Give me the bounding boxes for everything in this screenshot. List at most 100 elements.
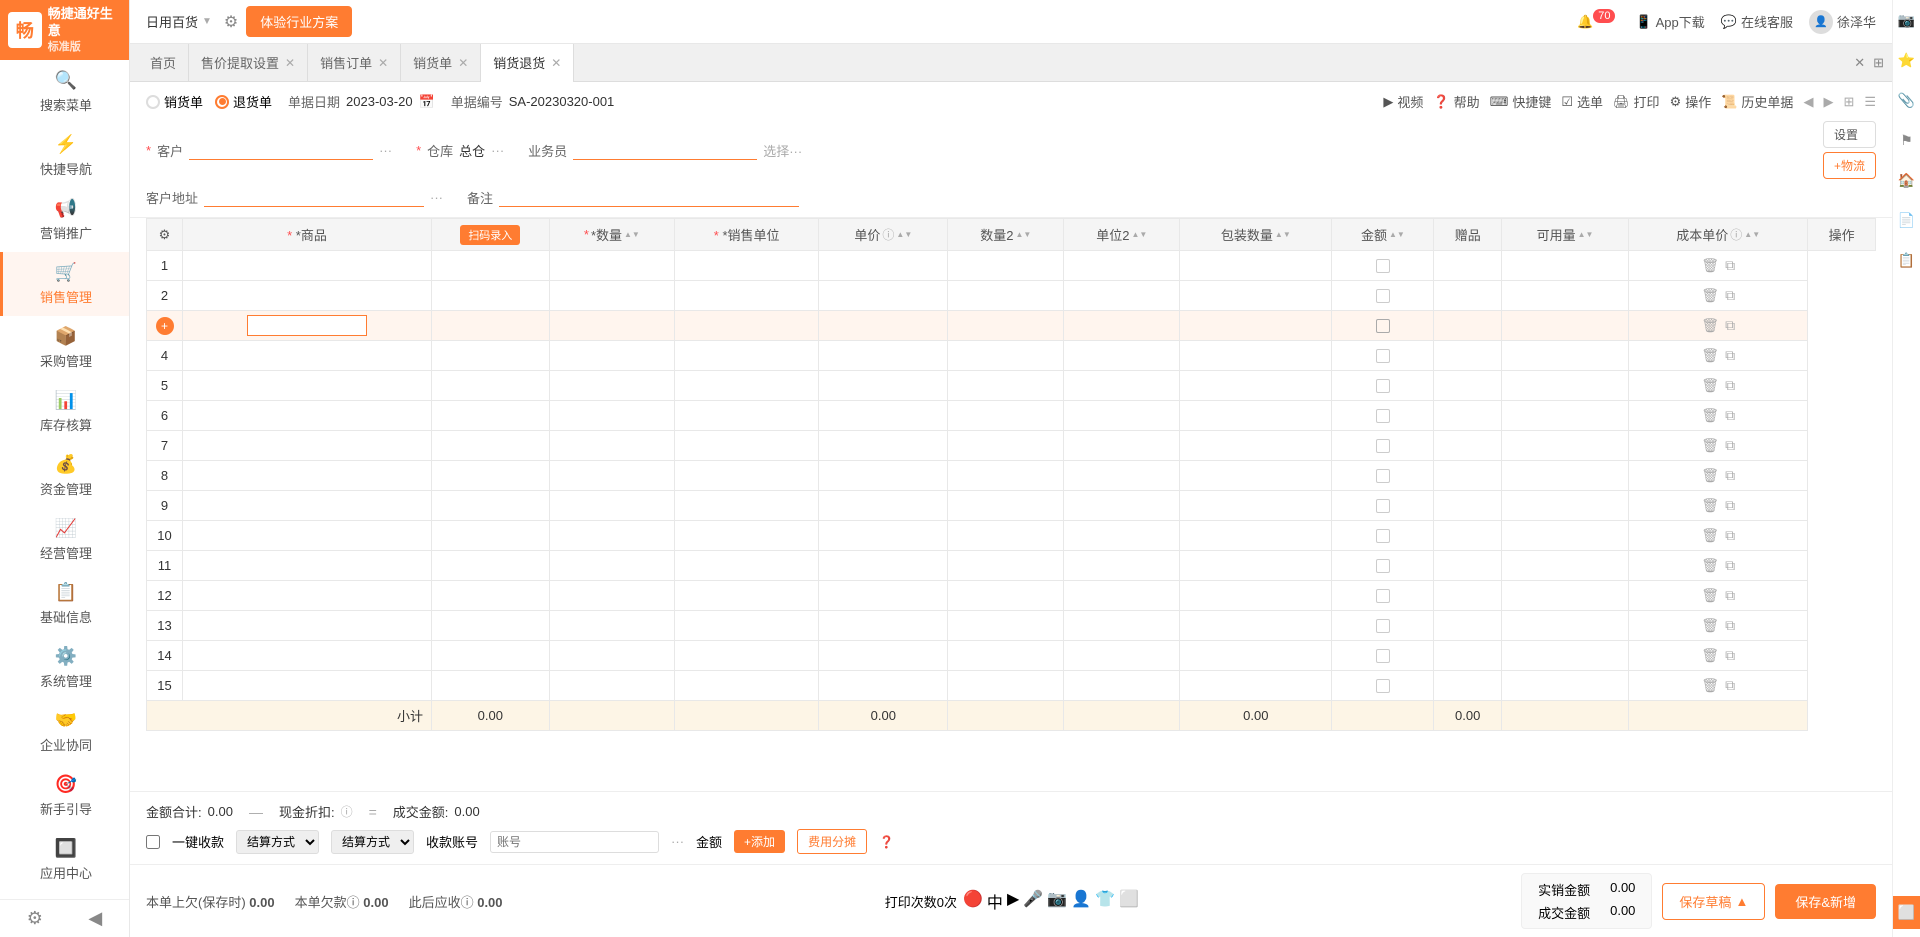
delete-row-icon-7[interactable]: 🗑 bbox=[1701, 437, 1719, 454]
unit2-cell-13[interactable] bbox=[948, 611, 1064, 641]
notification-btn[interactable]: 🔔 70 bbox=[1577, 14, 1619, 30]
product-cell-2[interactable] bbox=[183, 281, 432, 311]
panel-list-icon[interactable]: 📋 bbox=[1895, 248, 1919, 272]
product-cell-13[interactable] bbox=[183, 611, 432, 641]
panel-action-icon[interactable]: ⬜ bbox=[1893, 896, 1920, 929]
copy-row-icon-10[interactable]: ⧉ bbox=[1725, 527, 1735, 544]
qty2-cell-6[interactable] bbox=[819, 401, 948, 431]
amount-cell-5[interactable] bbox=[1180, 371, 1332, 401]
unit2-cell-8[interactable] bbox=[948, 461, 1064, 491]
qty2-cell-8[interactable] bbox=[819, 461, 948, 491]
qty2-cell-12[interactable] bbox=[819, 581, 948, 611]
gift-checkbox-active[interactable] bbox=[1376, 319, 1390, 333]
unit-cell-6[interactable] bbox=[549, 401, 674, 431]
address-input[interactable] bbox=[204, 187, 424, 207]
pack-cell-13[interactable] bbox=[1064, 611, 1180, 641]
unit-cell-15[interactable] bbox=[549, 671, 674, 701]
price-cell-5[interactable] bbox=[675, 371, 819, 401]
sidebar-item-marketing[interactable]: 📢 营销推广 bbox=[0, 188, 129, 252]
unit2-cell-11[interactable] bbox=[948, 551, 1064, 581]
price-cell-7[interactable] bbox=[675, 431, 819, 461]
unit2-cell-2[interactable] bbox=[948, 281, 1064, 311]
qty-cell-5[interactable] bbox=[431, 371, 549, 401]
delete-active-icon[interactable]: 🗑 bbox=[1701, 317, 1719, 334]
tab-order[interactable]: 销售订单 ✕ bbox=[308, 44, 401, 82]
delete-row-icon-1[interactable]: 🗑 bbox=[1701, 257, 1719, 274]
qty2-cell-15[interactable] bbox=[819, 671, 948, 701]
gift-checkbox-11[interactable] bbox=[1376, 559, 1390, 573]
qty2-cell-11[interactable] bbox=[819, 551, 948, 581]
cost-cell-12[interactable] bbox=[1501, 581, 1628, 611]
gift-checkbox-1[interactable] bbox=[1376, 259, 1390, 273]
gift-cell-11[interactable] bbox=[1332, 551, 1434, 581]
tab-price-close-icon[interactable]: ✕ bbox=[285, 56, 295, 70]
app-download-btn[interactable]: 📱 App下载 bbox=[1635, 12, 1704, 31]
tab-sales[interactable]: 销货单 ✕ bbox=[401, 44, 481, 82]
customer-selector-icon[interactable]: ··· bbox=[379, 143, 392, 158]
qty2-cell-3[interactable] bbox=[819, 311, 948, 341]
unit2-cell-15[interactable] bbox=[948, 671, 1064, 701]
product-cell-9[interactable] bbox=[183, 491, 432, 521]
cost-cell-7[interactable] bbox=[1501, 431, 1628, 461]
available-cell-5[interactable] bbox=[1434, 371, 1502, 401]
gift-checkbox-5[interactable] bbox=[1376, 379, 1390, 393]
cost-info-icon[interactable]: ⓘ bbox=[1730, 226, 1742, 243]
panel-home-icon[interactable]: 🏠 bbox=[1895, 168, 1919, 192]
available-cell-1[interactable] bbox=[1434, 251, 1502, 281]
list-view-icon[interactable]: ☰ bbox=[1864, 94, 1876, 110]
sidebar-item-basic[interactable]: 📋 基础信息 bbox=[0, 572, 129, 636]
product-cell-7[interactable] bbox=[183, 431, 432, 461]
product-cell-10[interactable] bbox=[183, 521, 432, 551]
unit-cell-2[interactable] bbox=[549, 281, 674, 311]
gift-checkbox-7[interactable] bbox=[1376, 439, 1390, 453]
sidebar-item-search[interactable]: 🔍 搜索菜单 bbox=[0, 60, 129, 124]
cost-cell-15[interactable] bbox=[1501, 671, 1628, 701]
price-cell-1[interactable] bbox=[675, 251, 819, 281]
gift-checkbox-12[interactable] bbox=[1376, 589, 1390, 603]
tool-icon-2[interactable]: 中 bbox=[987, 889, 1003, 913]
unit2-cell-5[interactable] bbox=[948, 371, 1064, 401]
delete-row-icon-10[interactable]: 🗑 bbox=[1701, 527, 1719, 544]
gift-cell-5[interactable] bbox=[1332, 371, 1434, 401]
available-cell-6[interactable] bbox=[1434, 401, 1502, 431]
unit-cell-13[interactable] bbox=[549, 611, 674, 641]
unit-cell-11[interactable] bbox=[549, 551, 674, 581]
amount-cell-4[interactable] bbox=[1180, 341, 1332, 371]
price-cell-10[interactable] bbox=[675, 521, 819, 551]
pack-cell-1[interactable] bbox=[1064, 251, 1180, 281]
sidebar-item-system[interactable]: ⚙️ 系统管理 bbox=[0, 636, 129, 700]
tab-close-all-icon[interactable]: ✕ bbox=[1854, 55, 1865, 71]
unit-cell-4[interactable] bbox=[549, 341, 674, 371]
product-input[interactable] bbox=[247, 315, 367, 336]
amount-cell-13[interactable] bbox=[1180, 611, 1332, 641]
price-cell-4[interactable] bbox=[675, 341, 819, 371]
gift-checkbox-8[interactable] bbox=[1376, 469, 1390, 483]
th-settings[interactable]: ⚙ bbox=[147, 219, 183, 251]
qty2-cell-14[interactable] bbox=[819, 641, 948, 671]
toolbar-print[interactable]: 🖨 打印 bbox=[1613, 92, 1660, 111]
tool-icon-5[interactable]: 📷 bbox=[1047, 889, 1067, 913]
product-cell-11[interactable] bbox=[183, 551, 432, 581]
amount-cell-8[interactable] bbox=[1180, 461, 1332, 491]
copy-row-icon-14[interactable]: ⧉ bbox=[1725, 647, 1735, 664]
unit-cell-12[interactable] bbox=[549, 581, 674, 611]
pack-cell-3[interactable] bbox=[1064, 311, 1180, 341]
industry-dropdown[interactable]: 日用百货 ▼ bbox=[146, 12, 212, 31]
qty2-cell-1[interactable] bbox=[819, 251, 948, 281]
add-row-icon[interactable]: + bbox=[156, 317, 174, 335]
grid-view-icon[interactable]: ⊞ bbox=[1843, 94, 1854, 110]
pack-cell-9[interactable] bbox=[1064, 491, 1180, 521]
one-pay-checkbox[interactable] bbox=[146, 835, 160, 849]
delete-row-icon-11[interactable]: 🗑 bbox=[1701, 557, 1719, 574]
warehouse-selector-icon[interactable]: ··· bbox=[491, 143, 504, 158]
qty-cell-6[interactable] bbox=[431, 401, 549, 431]
unit2-cell-12[interactable] bbox=[948, 581, 1064, 611]
account-input[interactable] bbox=[490, 831, 659, 853]
product-cell-4[interactable] bbox=[183, 341, 432, 371]
amount-cell-11[interactable] bbox=[1180, 551, 1332, 581]
tab-return[interactable]: 销货退货 ✕ bbox=[481, 44, 574, 82]
delete-row-icon-12[interactable]: 🗑 bbox=[1701, 587, 1719, 604]
tab-menu-icon[interactable]: ⊞ bbox=[1873, 55, 1884, 71]
copy-row-icon-7[interactable]: ⧉ bbox=[1725, 437, 1735, 454]
product-cell-12[interactable] bbox=[183, 581, 432, 611]
